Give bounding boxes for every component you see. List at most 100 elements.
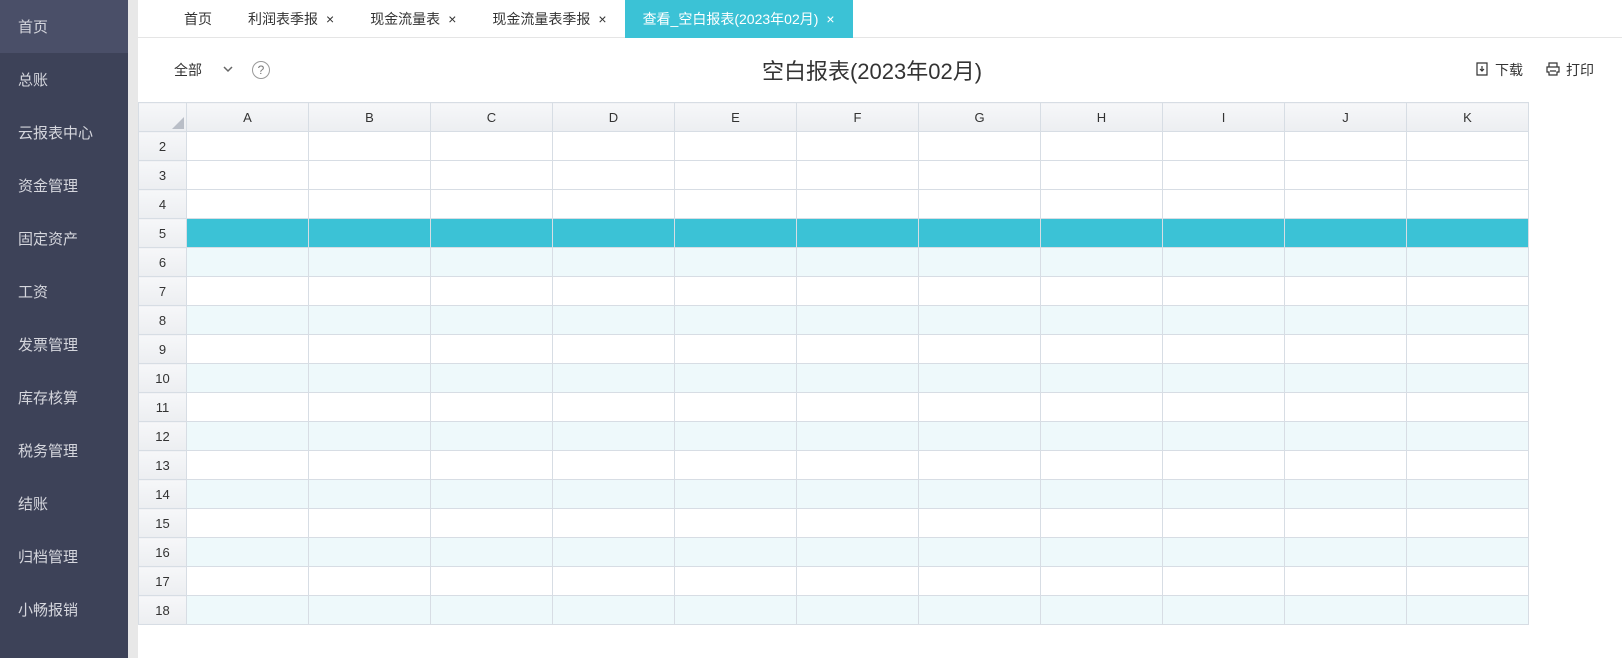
- cell[interactable]: [1407, 161, 1529, 190]
- cell[interactable]: [1407, 538, 1529, 567]
- close-icon[interactable]: ×: [598, 12, 606, 26]
- cell[interactable]: [187, 596, 309, 625]
- column-header[interactable]: C: [431, 103, 553, 132]
- cell[interactable]: [1407, 219, 1529, 248]
- cell[interactable]: [675, 277, 797, 306]
- cell[interactable]: [1285, 509, 1407, 538]
- column-header[interactable]: E: [675, 103, 797, 132]
- close-icon[interactable]: ×: [448, 12, 456, 26]
- cell[interactable]: [1163, 422, 1285, 451]
- sidebar-item[interactable]: 首页: [0, 0, 128, 53]
- cell[interactable]: [309, 364, 431, 393]
- cell[interactable]: [553, 596, 675, 625]
- cell[interactable]: [1163, 596, 1285, 625]
- cell[interactable]: [1285, 480, 1407, 509]
- chevron-down-icon[interactable]: [218, 63, 238, 78]
- column-header[interactable]: I: [1163, 103, 1285, 132]
- cell[interactable]: [797, 161, 919, 190]
- cell[interactable]: [431, 190, 553, 219]
- cell[interactable]: [1285, 219, 1407, 248]
- filter-dropdown[interactable]: 全部: [166, 56, 210, 84]
- cell[interactable]: [1041, 161, 1163, 190]
- cell[interactable]: [187, 538, 309, 567]
- sidebar-item[interactable]: 工资: [0, 265, 128, 318]
- cell[interactable]: [431, 451, 553, 480]
- cell[interactable]: [553, 509, 675, 538]
- cell[interactable]: [431, 596, 553, 625]
- row-header[interactable]: 13: [139, 451, 187, 480]
- cell[interactable]: [1163, 161, 1285, 190]
- cell[interactable]: [675, 335, 797, 364]
- cell[interactable]: [309, 596, 431, 625]
- cell[interactable]: [919, 567, 1041, 596]
- cell[interactable]: [431, 538, 553, 567]
- cell[interactable]: [1407, 480, 1529, 509]
- cell[interactable]: [553, 306, 675, 335]
- cell[interactable]: [1041, 335, 1163, 364]
- cell[interactable]: [553, 190, 675, 219]
- cell[interactable]: [797, 567, 919, 596]
- row-header[interactable]: 15: [139, 509, 187, 538]
- row-header[interactable]: 10: [139, 364, 187, 393]
- spreadsheet[interactable]: ABCDEFGHIJK23456789101112131415161718: [138, 102, 1622, 658]
- sidebar-item[interactable]: 资金管理: [0, 159, 128, 212]
- cell[interactable]: [797, 364, 919, 393]
- cell[interactable]: [797, 219, 919, 248]
- column-header[interactable]: B: [309, 103, 431, 132]
- cell[interactable]: [1407, 277, 1529, 306]
- cell[interactable]: [309, 161, 431, 190]
- cell[interactable]: [309, 480, 431, 509]
- cell[interactable]: [187, 132, 309, 161]
- cell[interactable]: [919, 393, 1041, 422]
- tab[interactable]: 首页: [166, 0, 230, 38]
- cell[interactable]: [187, 219, 309, 248]
- cell[interactable]: [675, 248, 797, 277]
- cell[interactable]: [431, 393, 553, 422]
- cell[interactable]: [187, 248, 309, 277]
- download-button[interactable]: 下载: [1474, 60, 1523, 80]
- cell[interactable]: [675, 219, 797, 248]
- cell[interactable]: [309, 277, 431, 306]
- cell[interactable]: [1285, 596, 1407, 625]
- cell[interactable]: [675, 451, 797, 480]
- cell[interactable]: [797, 132, 919, 161]
- close-icon[interactable]: ×: [826, 12, 834, 26]
- cell[interactable]: [797, 509, 919, 538]
- cell[interactable]: [919, 132, 1041, 161]
- cell[interactable]: [919, 335, 1041, 364]
- cell[interactable]: [1285, 190, 1407, 219]
- cell[interactable]: [919, 277, 1041, 306]
- cell[interactable]: [1407, 132, 1529, 161]
- sidebar-item[interactable]: 小畅报销: [0, 583, 128, 636]
- cell[interactable]: [675, 567, 797, 596]
- cell[interactable]: [309, 567, 431, 596]
- cell[interactable]: [1407, 248, 1529, 277]
- sidebar-item[interactable]: 税务管理: [0, 424, 128, 477]
- column-header[interactable]: G: [919, 103, 1041, 132]
- cell[interactable]: [1285, 161, 1407, 190]
- cell[interactable]: [1041, 567, 1163, 596]
- help-icon[interactable]: ?: [252, 61, 270, 79]
- cell[interactable]: [431, 567, 553, 596]
- cell[interactable]: [919, 219, 1041, 248]
- cell[interactable]: [309, 248, 431, 277]
- cell[interactable]: [309, 422, 431, 451]
- cell[interactable]: [431, 422, 553, 451]
- cell[interactable]: [187, 335, 309, 364]
- cell[interactable]: [1041, 393, 1163, 422]
- cell[interactable]: [309, 219, 431, 248]
- cell[interactable]: [431, 219, 553, 248]
- cell[interactable]: [1041, 451, 1163, 480]
- cell[interactable]: [309, 306, 431, 335]
- sidebar-item[interactable]: 云报表中心: [0, 106, 128, 159]
- cell[interactable]: [1041, 480, 1163, 509]
- cell[interactable]: [919, 190, 1041, 219]
- cell[interactable]: [675, 480, 797, 509]
- cell[interactable]: [675, 393, 797, 422]
- sidebar-scrollbar[interactable]: [128, 0, 138, 658]
- cell[interactable]: [1407, 306, 1529, 335]
- cell[interactable]: [309, 393, 431, 422]
- cell[interactable]: [1285, 277, 1407, 306]
- cell[interactable]: [309, 509, 431, 538]
- cell[interactable]: [187, 190, 309, 219]
